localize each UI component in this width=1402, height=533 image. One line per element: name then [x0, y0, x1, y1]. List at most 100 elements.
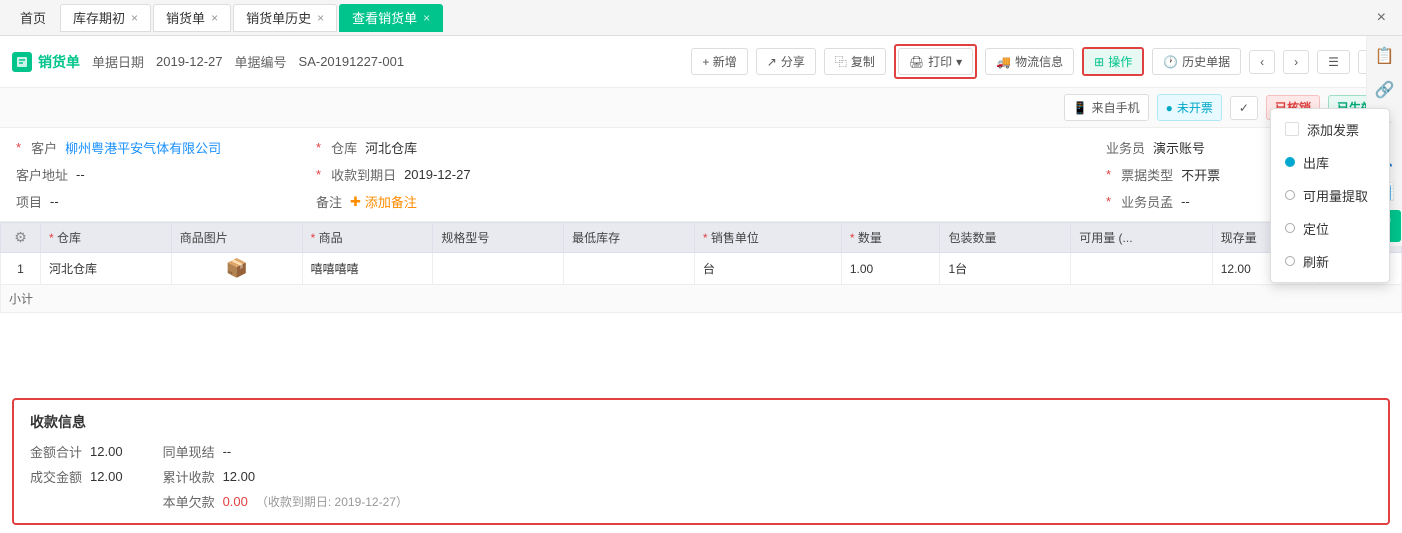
- operations-label: 操作: [1108, 53, 1132, 70]
- menu-locate[interactable]: 定位: [1271, 212, 1389, 245]
- bottom-panel-title: 收款信息: [30, 412, 1372, 432]
- col-product: 商品: [302, 223, 433, 253]
- table-body: 1 河北仓库 📦 嘻嘻嘻嘻 台 1.00 1台 12.00 0.: [1, 253, 1402, 313]
- from-phone-button[interactable]: 📱 来自手机: [1064, 94, 1149, 121]
- not-open-button[interactable]: ● 未开票: [1157, 94, 1222, 121]
- form-header: 销货单 单据日期 2019-12-27 单据编号 SA-20191227-001…: [0, 36, 1402, 88]
- col-min-stock: 最低库存: [564, 223, 695, 253]
- tab-sales-close[interactable]: ×: [211, 11, 218, 25]
- sidebar-icon-link[interactable]: 🔗: [1369, 74, 1401, 106]
- tab-inventory-close[interactable]: ×: [131, 11, 138, 25]
- field-row-3: 项目 -- 备注 ✚ 添加备注 * 业务员孟 --: [16, 192, 1386, 211]
- print-button[interactable]: 🖨 打印 ▾: [898, 48, 973, 75]
- menu-outbound[interactable]: 出库: [1271, 146, 1389, 179]
- print-dropdown-arrow: ▾: [956, 55, 962, 69]
- available-qty-icon: [1285, 190, 1295, 200]
- number-label: 单据编号: [235, 52, 287, 71]
- ticket-type-label: 票据类型: [1121, 165, 1173, 184]
- share-button[interactable]: ↗ 分享: [756, 48, 816, 75]
- single-settlement-label: 同单现结: [163, 442, 215, 461]
- logistics-icon: 🚚: [996, 55, 1011, 69]
- col-spec: 规格型号: [433, 223, 564, 253]
- add-note-button[interactable]: ✚ 添加备注: [350, 192, 417, 211]
- cell-product: 嘻嘻嘻嘻: [302, 253, 433, 285]
- grid-view-button[interactable]: ☰: [1317, 50, 1350, 74]
- subtotal-label: 小计: [1, 285, 1402, 313]
- bottom-col-right: 同单现结 -- 累计收款 12.00 本单欠款 0.00 （收款到期日: 201…: [163, 442, 408, 511]
- history-button[interactable]: 🕐 历史单据: [1152, 48, 1241, 75]
- available-qty-label: 可用量提取: [1303, 186, 1368, 205]
- due-date-required: *: [316, 167, 321, 182]
- logistics-label: 物流信息: [1015, 53, 1063, 70]
- outbound-icon: [1285, 157, 1295, 167]
- warehouse-field: * 仓库 河北仓库: [316, 138, 596, 157]
- col-settings[interactable]: ⚙: [1, 223, 41, 253]
- customer-field: * 客户 柳州粤港平安气体有限公司: [16, 138, 296, 157]
- project-value: --: [50, 194, 59, 209]
- deal-amount-value: 12.00: [90, 469, 123, 484]
- col-warehouse: 仓库: [41, 223, 172, 253]
- cell-image: 📦: [171, 253, 302, 285]
- cell-index: 1: [1, 253, 41, 285]
- sidebar-icon-clipboard[interactable]: 📋: [1369, 40, 1401, 72]
- order-debt-value: 0.00: [223, 494, 248, 509]
- check-icon-btn[interactable]: ✓: [1230, 96, 1258, 120]
- project-field: 项目 --: [16, 192, 296, 211]
- menu-available-qty[interactable]: 可用量提取: [1271, 179, 1389, 212]
- address-field: 客户地址 --: [16, 165, 296, 184]
- locate-label: 定位: [1303, 219, 1329, 238]
- toolbar-row: 📱 来自手机 ● 未开票 ✓ 已核销 已生效 添加发票 出: [0, 88, 1402, 128]
- staff-value: 演示账号: [1153, 138, 1205, 157]
- settings-icon[interactable]: ⚙: [14, 229, 27, 245]
- col-pack-qty: 包装数量: [940, 223, 1071, 253]
- deal-amount-field: 成交金额 12.00: [30, 467, 123, 486]
- customer-value[interactable]: 柳州粤港平安气体有限公司: [65, 138, 221, 157]
- history-label: 历史单据: [1182, 53, 1230, 70]
- total-amount-field: 金额合计 12.00: [30, 442, 123, 461]
- col-quantity: 数量: [841, 223, 940, 253]
- print-icon: 🖨: [909, 55, 924, 69]
- form-type-label: 销货单: [38, 52, 80, 72]
- address-label: 客户地址: [16, 165, 68, 184]
- tab-sales-history-label: 销货单历史: [246, 8, 311, 27]
- customer-required: *: [16, 140, 21, 155]
- tab-home[interactable]: 首页: [8, 8, 58, 27]
- operations-button[interactable]: ⊞ 操作: [1084, 49, 1142, 74]
- logistics-button[interactable]: 🚚 物流信息: [985, 48, 1074, 75]
- next-button[interactable]: ›: [1283, 50, 1309, 74]
- tab-sales-history[interactable]: 销货单历史 ×: [233, 4, 337, 32]
- tab-view-sales-close[interactable]: ×: [423, 11, 430, 25]
- tab-bar: 首页 库存期初 × 销货单 × 销货单历史 × 查看销货单 × ×: [0, 0, 1402, 36]
- cell-pack-qty: 1台: [940, 253, 1071, 285]
- menu-refresh[interactable]: 刷新: [1271, 245, 1389, 278]
- tab-sales-history-close[interactable]: ×: [317, 11, 324, 25]
- col-image: 商品图片: [171, 223, 302, 253]
- refresh-label: 刷新: [1303, 252, 1329, 271]
- table-header: ⚙ 仓库 商品图片 商品 规格型号 最低库存 销售单位 数量 包装数量 可用量 …: [1, 223, 1402, 253]
- prev-button[interactable]: ‹: [1249, 50, 1275, 74]
- cumulative-receipt-value: 12.00: [223, 469, 256, 484]
- order-debt-note: （收款到期日: 2019-12-27）: [256, 493, 408, 510]
- subtotal-row: 小计: [1, 285, 1402, 313]
- tab-view-sales[interactable]: 查看销货单 ×: [339, 4, 443, 32]
- add-note-icon: ✚: [350, 194, 361, 210]
- cumulative-receipt-field: 累计收款 12.00: [163, 467, 408, 486]
- tab-sales[interactable]: 销货单 ×: [153, 4, 231, 32]
- date-label: 单据日期: [92, 52, 144, 71]
- new-button[interactable]: + 新增: [691, 48, 747, 75]
- cell-warehouse: 河北仓库: [41, 253, 172, 285]
- col-available: 可用量 (...: [1071, 223, 1213, 253]
- table-row: 1 河北仓库 📦 嘻嘻嘻嘻 台 1.00 1台 12.00 0.: [1, 253, 1402, 285]
- invoice-icon: ●: [1166, 101, 1173, 115]
- copy-button[interactable]: ⿻ 复制: [824, 48, 886, 75]
- form-fields: * 客户 柳州粤港平安气体有限公司 * 仓库 河北仓库 业务员 演示账号 客户地…: [0, 128, 1402, 222]
- field-row-2: 客户地址 -- * 收款到期日 2019-12-27 * 票据类型 不开票: [16, 165, 1386, 184]
- menu-add-invoice[interactable]: 添加发票: [1271, 113, 1389, 146]
- window-close-button[interactable]: ×: [1369, 9, 1394, 27]
- deal-amount-label: 成交金额: [30, 467, 82, 486]
- product-image: 📦: [225, 258, 247, 278]
- tab-inventory[interactable]: 库存期初 ×: [60, 4, 151, 32]
- note-field: 备注 ✚ 添加备注: [316, 192, 596, 211]
- bottom-fields: 金额合计 12.00 成交金额 12.00 同单现结 -- 累计收款: [30, 442, 1372, 511]
- phone-icon: 📱: [1073, 101, 1088, 115]
